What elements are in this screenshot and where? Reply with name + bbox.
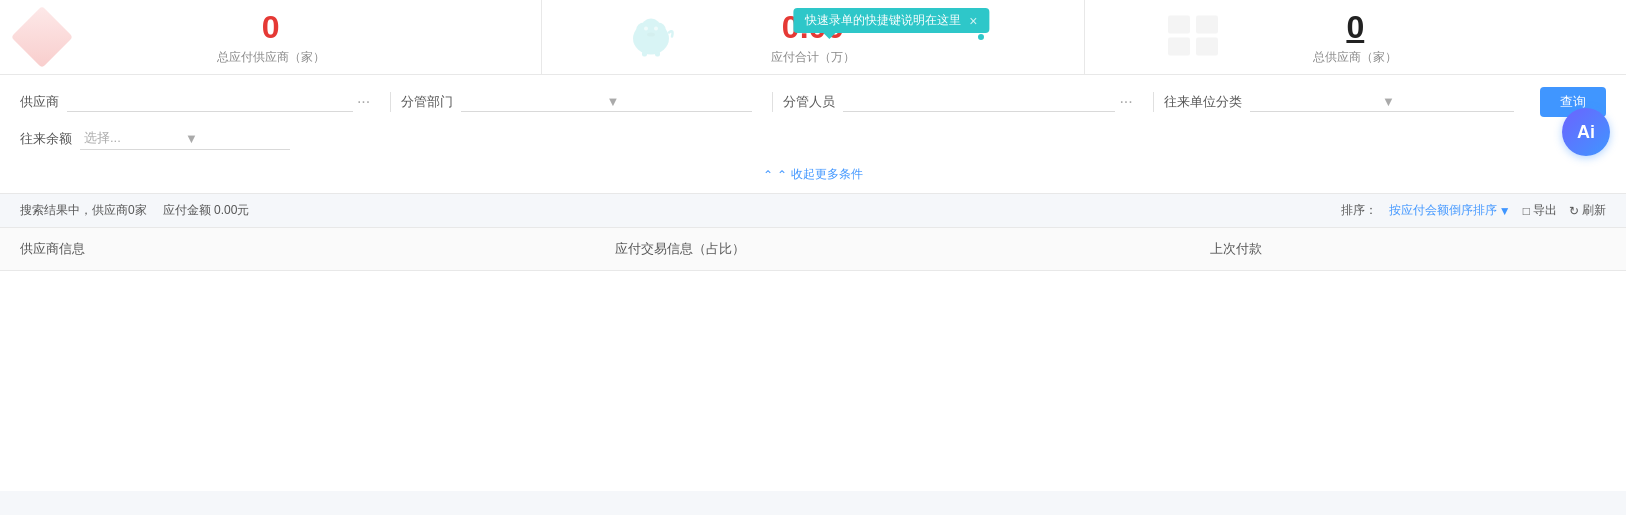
export-button[interactable]: □ 导出 [1523, 202, 1557, 219]
tooltip-text: 快速录单的快捷键说明在这里 [805, 12, 961, 29]
divider-1 [390, 92, 391, 112]
stat-total-suppliers: 0 总供应商（家） [1085, 0, 1626, 74]
diamond-icon [20, 15, 64, 59]
sort-prefix: 排序： [1341, 202, 1377, 219]
stat-number-payable: 0 [262, 8, 280, 46]
grid-icon [1166, 14, 1220, 61]
filter-row-1: 供应商 ··· 分管部门 ▼ 分管人员 ··· 往来单位分类 ▼ [20, 87, 1606, 117]
person-input[interactable] [843, 92, 1116, 112]
svg-point-4 [644, 27, 648, 31]
svg-rect-7 [642, 51, 647, 57]
stat-number-suppliers: 0 [1346, 8, 1364, 46]
stat-label-suppliers: 总供应商（家） [1313, 49, 1397, 66]
svg-point-6 [647, 33, 655, 37]
table-col-last-payment: 上次付款 [1210, 240, 1607, 258]
sort-value: 按应付会额倒序排序 [1389, 202, 1497, 219]
stat-label-total: 应付合计（万） [771, 49, 855, 66]
balance-filter: 往来余额 选择... ▼ [20, 127, 300, 150]
person-dots[interactable]: ··· [1119, 93, 1132, 111]
svg-rect-8 [655, 51, 660, 57]
refresh-icon: ↻ [1569, 204, 1579, 218]
stat-payable-total: 快速录单的快捷键说明在这里 × 0.00 应付合计（万） [542, 0, 1084, 74]
filter-row-2: 往来余额 选择... ▼ [20, 127, 1606, 150]
sort-chevron: ▼ [1499, 204, 1511, 218]
results-count: 搜索结果中，供应商0家 [20, 202, 147, 219]
refresh-label: 刷新 [1582, 202, 1606, 219]
results-bar: 搜索结果中，供应商0家 应付金额 0.00元 排序： 按应付会额倒序排序 ▼ □… [0, 194, 1626, 228]
divider-2 [772, 92, 773, 112]
department-label: 分管部门 [401, 93, 453, 111]
balance-chevron: ▼ [185, 131, 286, 146]
tooltip-close-button[interactable]: × [969, 13, 977, 29]
person-filter: 分管人员 ··· [783, 92, 1143, 112]
supplier-label: 供应商 [20, 93, 59, 111]
divider-3 [1153, 92, 1154, 112]
filter-bar: 供应商 ··· 分管部门 ▼ 分管人员 ··· 往来单位分类 ▼ [0, 75, 1626, 194]
table-col-transaction: 应付交易信息（占比） [615, 240, 1210, 258]
table-col-supplier: 供应商信息 [20, 240, 615, 258]
department-select[interactable]: ▼ [461, 92, 751, 112]
supplier-dots[interactable]: ··· [357, 93, 370, 111]
balance-select[interactable]: 选择... ▼ [80, 127, 290, 150]
results-amount: 应付金额 0.00元 [163, 202, 250, 219]
supplier-input[interactable] [67, 92, 353, 112]
export-label: 导出 [1533, 202, 1557, 219]
department-filter: 分管部门 ▼ [401, 92, 761, 112]
results-left: 搜索结果中，供应商0家 应付金额 0.00元 [20, 202, 249, 219]
tooltip-bubble: 快速录单的快捷键说明在这里 × [793, 8, 989, 33]
unit-class-chevron: ▼ [1382, 94, 1510, 109]
unit-class-label: 往来单位分类 [1164, 93, 1242, 111]
sort-select[interactable]: 按应付会额倒序排序 ▼ [1389, 202, 1511, 219]
svg-rect-9 [1168, 16, 1190, 34]
collapse-button[interactable]: ⌃ ⌃ 收起更多条件 [763, 166, 862, 183]
svg-point-5 [654, 27, 658, 31]
department-chevron: ▼ [606, 94, 747, 109]
stats-bar: 0 总应付供应商（家） 快速录单的快捷键说明在这里 × 0.00 [0, 0, 1626, 75]
refresh-button[interactable]: ↻ 刷新 [1569, 202, 1606, 219]
tooltip-dot [976, 32, 986, 42]
export-icon: □ [1523, 204, 1530, 218]
unit-class-select[interactable]: ▼ [1250, 92, 1514, 112]
table-area: 供应商信息 应付交易信息（占比） 上次付款 [0, 228, 1626, 491]
stat-total-payable-suppliers: 0 总应付供应商（家） [0, 0, 542, 74]
stat-label-payable: 总应付供应商（家） [217, 49, 325, 66]
results-right: 排序： 按应付会额倒序排序 ▼ □ 导出 ↻ 刷新 [1341, 202, 1606, 219]
unit-class-filter: 往来单位分类 ▼ [1164, 92, 1524, 112]
table-body [0, 271, 1626, 491]
balance-label: 往来余额 [20, 130, 72, 148]
svg-rect-11 [1168, 38, 1190, 56]
pig-icon [624, 9, 678, 66]
collapse-icon: ⌃ ⌃ [763, 168, 786, 182]
table-header: 供应商信息 应付交易信息（占比） 上次付款 [0, 228, 1626, 271]
svg-rect-10 [1196, 16, 1218, 34]
supplier-filter: 供应商 ··· [20, 92, 380, 112]
collapse-row: ⌃ ⌃ 收起更多条件 [20, 160, 1606, 193]
collapse-label: 收起更多条件 [791, 166, 863, 183]
balance-placeholder: 选择... [84, 129, 185, 147]
person-label: 分管人员 [783, 93, 835, 111]
svg-rect-12 [1196, 38, 1218, 56]
ai-assistant-button[interactable]: Ai [1562, 108, 1610, 156]
